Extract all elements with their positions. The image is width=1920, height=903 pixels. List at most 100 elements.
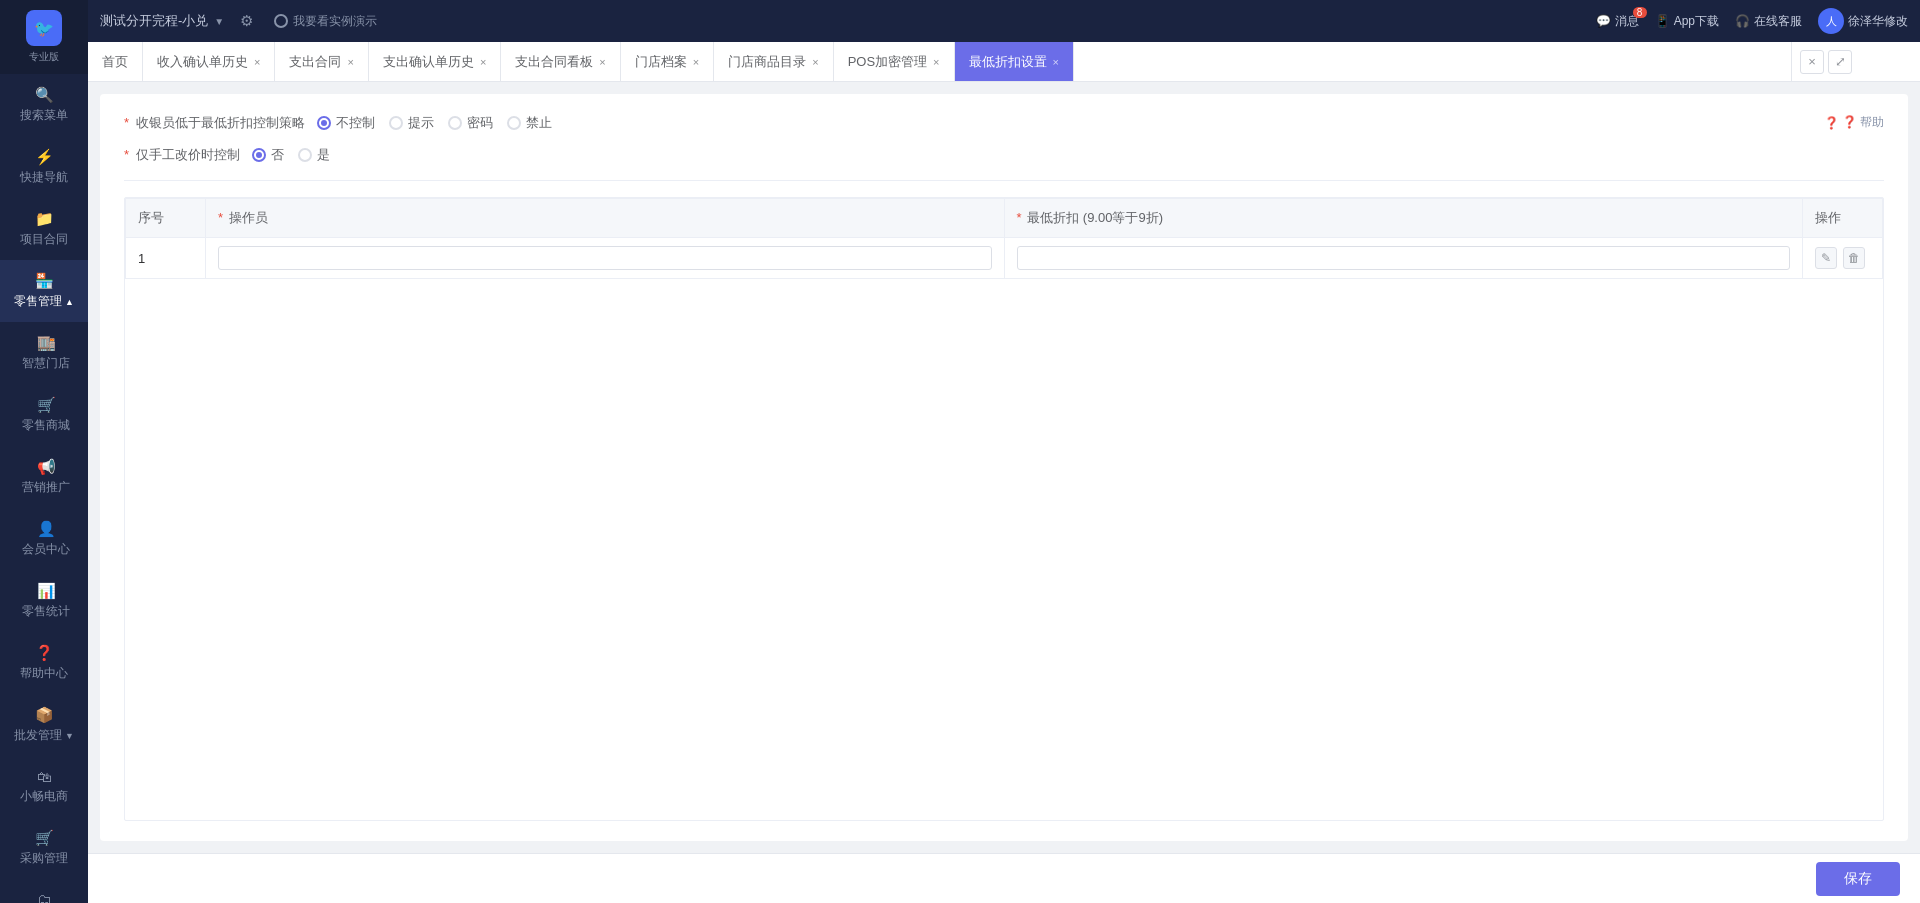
close-tab-btn[interactable]: × <box>1800 50 1824 74</box>
radio-yes[interactable]: 是 <box>298 146 330 164</box>
tab-min-discount[interactable]: 最低折扣设置 × <box>955 42 1074 82</box>
radio-no-control[interactable]: 不控制 <box>317 114 375 132</box>
sidebar-item-label: 采购管理 <box>20 850 68 867</box>
tab-close-icon[interactable]: × <box>1053 56 1059 68</box>
sidebar-item-marketing[interactable]: 📢 营销推广 <box>0 446 88 508</box>
tab-close-icon[interactable]: × <box>933 56 939 68</box>
required-mark: * <box>124 115 129 130</box>
radio-group-2: 否 是 <box>252 146 330 164</box>
sidebar-item-project[interactable]: 📁 项目合同 <box>0 198 88 260</box>
app-logo: 🐦 专业版 <box>0 0 88 74</box>
help-link[interactable]: ❓ ❓ 帮助 <box>1824 114 1884 131</box>
sidebar-item-retail-stat[interactable]: 📊 零售统计 <box>0 570 88 632</box>
service-icon: 🎧 <box>1735 14 1750 28</box>
shortcut-icon: ⚡ <box>35 148 54 166</box>
settings-icon: ⚙ <box>240 12 253 30</box>
required-mark2: * <box>124 147 129 162</box>
cell-action: ✎ 🗑 <box>1803 238 1883 279</box>
tab-store-products[interactable]: 门店商品目录 × <box>714 42 833 82</box>
sidebar-item-inventory[interactable]: 🗂 库存核算 <box>0 879 88 903</box>
sidebar-item-wholesale[interactable]: 📦 批发管理 ▼ <box>0 694 88 756</box>
sidebar-item-label: 搜索菜单 <box>20 107 68 124</box>
tab-close-icon[interactable]: × <box>599 56 605 68</box>
expand-tab-btn[interactable]: ⤢ <box>1828 50 1852 74</box>
radio-circle <box>448 116 462 130</box>
sidebar-item-ecommerce[interactable]: 🛍 小畅电商 <box>0 756 88 817</box>
delete-btn[interactable]: 🗑 <box>1843 247 1865 269</box>
tab-payment-contract-view[interactable]: 支出合同看板 × <box>501 42 620 82</box>
tab-payment-contract[interactable]: 支出合同 × <box>275 42 368 82</box>
radio-tip[interactable]: 提示 <box>389 114 434 132</box>
online-store-icon: 🛒 <box>37 396 56 414</box>
project-selector[interactable]: 测试分开完程-小兑 ▼ <box>100 12 224 30</box>
sidebar-item-search[interactable]: 🔍 搜索菜单 <box>0 74 88 136</box>
app-version: 专业版 <box>29 50 59 64</box>
table-row: 1 ✎ 🗑 <box>126 238 1883 279</box>
radio-ban[interactable]: 禁止 <box>507 114 552 132</box>
tab-close-icon[interactable]: × <box>254 56 260 68</box>
ecommerce-icon: 🛍 <box>37 768 52 785</box>
cell-operator[interactable] <box>206 238 1005 279</box>
sidebar-item-label: 营销推广 <box>22 479 70 496</box>
sidebar-item-member[interactable]: 👤 会员中心 <box>0 508 88 570</box>
page-footer: 保存 <box>88 853 1920 903</box>
tab-label: POS加密管理 <box>848 53 927 71</box>
sidebar-item-purchase[interactable]: 🛒 采购管理 <box>0 817 88 879</box>
sidebar-item-shortcut[interactable]: ⚡ 快捷导航 <box>0 136 88 198</box>
demo-link[interactable]: 我要看实例演示 <box>274 13 377 30</box>
cell-min-discount[interactable] <box>1004 238 1803 279</box>
sidebar-item-retail[interactable]: 🏪 零售管理 ▲ <box>0 260 88 322</box>
topbar: 测试分开完程-小兑 ▼ ⚙ 我要看实例演示 💬 消息 8 📱 App下载 🎧 在… <box>88 0 1920 42</box>
topbar-settings-btn[interactable]: ⚙ <box>234 9 258 33</box>
tab-close-icon[interactable]: × <box>480 56 486 68</box>
demo-label: 我要看实例演示 <box>293 13 377 30</box>
tab-store-archive[interactable]: 门店档案 × <box>621 42 714 82</box>
tab-label: 支出确认单历史 <box>383 53 474 71</box>
message-btn[interactable]: 💬 消息 8 <box>1596 13 1639 30</box>
sidebar: 🐦 专业版 🔍 搜索菜单 ⚡ 快捷导航 📁 项目合同 🏪 零售管理 ▲ 🏬 智慧… <box>0 0 88 903</box>
col-operator: * 操作员 <box>206 199 1005 238</box>
page-content: ❓ ❓ 帮助 * 收银员低于最低折扣控制策略 不控制 <box>88 82 1920 853</box>
sidebar-item-help[interactable]: ❓ 帮助中心 <box>0 632 88 694</box>
tab-pos-password[interactable]: POS加密管理 × <box>834 42 955 82</box>
sidebar-item-label: 批发管理 ▼ <box>14 727 74 744</box>
min-discount-input[interactable] <box>1017 246 1791 270</box>
tab-close-icon[interactable]: × <box>693 56 699 68</box>
download-icon: 📱 <box>1655 14 1670 28</box>
tab-home[interactable]: 首页 <box>88 42 143 82</box>
app-download-label: App下载 <box>1674 13 1719 30</box>
col-min-discount: * 最低折扣 (9.00等于9折) <box>1004 199 1803 238</box>
wholesale-icon: 📦 <box>35 706 54 724</box>
tab-close-icon[interactable]: × <box>812 56 818 68</box>
tab-label: 首页 <box>102 53 128 71</box>
table-body: 1 ✎ 🗑 <box>126 238 1883 279</box>
sidebar-item-label: 小畅电商 <box>20 788 68 805</box>
edit-btn[interactable]: ✎ <box>1815 247 1837 269</box>
radio-circle <box>507 116 521 130</box>
operator-input[interactable] <box>218 246 992 270</box>
sidebar-item-label: 零售统计 <box>22 603 70 620</box>
user-profile-btn[interactable]: 人 徐泽华修改 <box>1818 8 1908 34</box>
marketing-icon: 📢 <box>37 458 56 476</box>
tab-close-icon[interactable]: × <box>347 56 353 68</box>
radio-no[interactable]: 否 <box>252 146 284 164</box>
app-download-btn[interactable]: 📱 App下载 <box>1655 13 1719 30</box>
retail-icon: 🏪 <box>35 272 54 290</box>
sidebar-item-online-store[interactable]: 🛒 零售商城 <box>0 384 88 446</box>
inventory-icon: 🗂 <box>37 891 52 903</box>
tab-payment-confirm[interactable]: 支出确认单历史 × <box>369 42 501 82</box>
project-icon: 📁 <box>35 210 54 228</box>
radio-password[interactable]: 密码 <box>448 114 493 132</box>
help-icon: ❓ <box>1824 116 1839 130</box>
tab-income-history[interactable]: 收入确认单历史 × <box>143 42 275 82</box>
message-badge: 8 <box>1633 7 1647 18</box>
save-button[interactable]: 保存 <box>1816 862 1900 896</box>
form-section: ❓ ❓ 帮助 * 收银员低于最低折扣控制策略 不控制 <box>124 114 1884 181</box>
search-icon: 🔍 <box>35 86 54 104</box>
sidebar-item-label: 零售商城 <box>22 417 70 434</box>
sidebar-item-smart-store[interactable]: 🏬 智慧门店 <box>0 322 88 384</box>
radio-circle <box>317 116 331 130</box>
online-service-btn[interactable]: 🎧 在线客服 <box>1735 13 1802 30</box>
message-icon: 💬 <box>1596 14 1611 28</box>
help-label: ❓ 帮助 <box>1842 114 1884 131</box>
